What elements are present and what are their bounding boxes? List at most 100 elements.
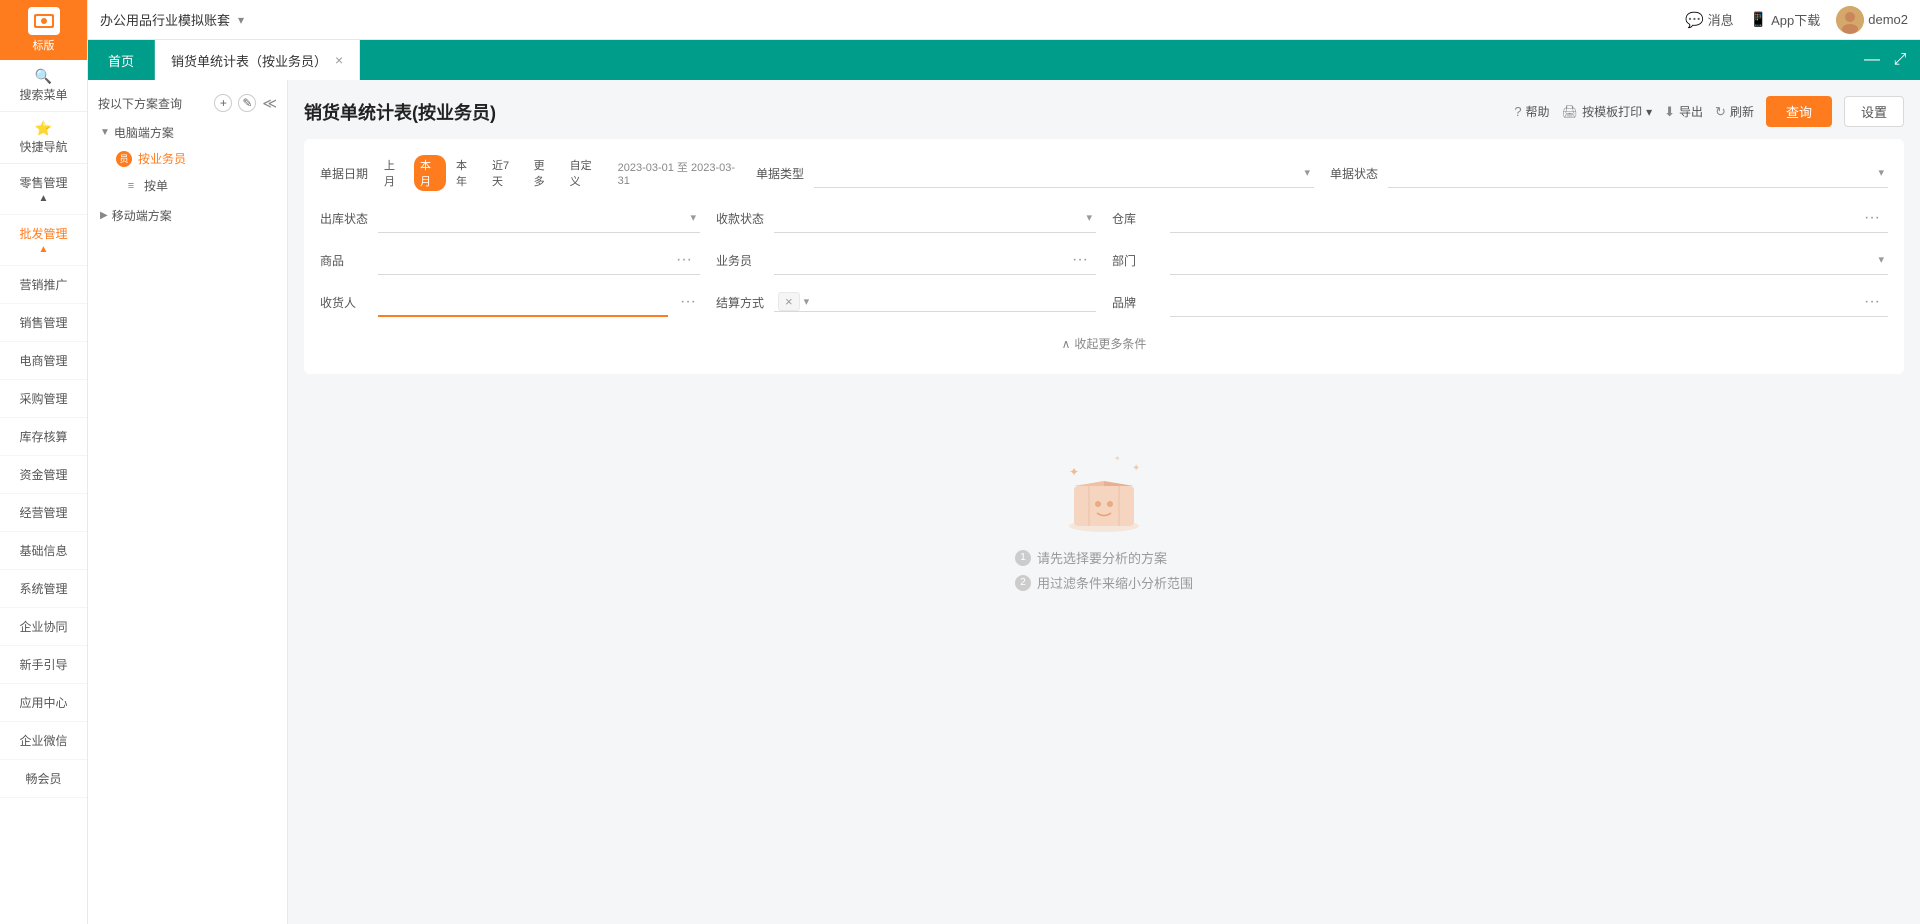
scheme-order-label: 按单 [144,177,168,194]
tabbar: 首页 销货单统计表（按业务员） × — ⤢ [88,40,1920,80]
department-chevron-icon: ▾ [1878,253,1884,266]
date-tab-7days[interactable]: 近7天 [486,155,524,191]
date-tab-more[interactable]: 更多 [528,155,560,191]
sidebar-item-wholesale[interactable]: 批发管理 ▲ [0,215,87,266]
sidebar-item-purchase[interactable]: 采购管理 [0,380,87,418]
receipt-status-label: 收款状态 [716,210,766,227]
wholesale-arrow-icon: ▲ [39,244,49,255]
collapse-icon: ≪ [262,95,277,111]
right-content: 销货单统计表(按业务员) ? 帮助 🖨 按模板打印 ▾ ⬇ 导出 [288,80,1920,924]
sidebar-item-marketing[interactable]: 营销推广 [0,266,87,304]
sidebar-item-system[interactable]: 系统管理 [0,570,87,608]
main-area: 办公用品行业模拟账套 ▾ 💬 消息 📱 App下载 de [88,0,1920,924]
sidebar-item-wechat[interactable]: 企业微信 [0,722,87,760]
desktop-group-header[interactable]: ▼ 电脑端方案 [96,120,279,145]
date-tab-custom[interactable]: 自定义 [564,155,606,191]
print-label: 按模板打印 [1582,103,1642,120]
department-label: 部门 [1112,252,1162,269]
empty-illustration: ✦ ✦ ✦ [1054,446,1154,536]
user-menu[interactable]: demo2 [1836,6,1908,34]
sidebar-item-sales[interactable]: 销售管理 [0,304,87,342]
collapse-more-button[interactable]: ∧ 收起更多条件 [320,329,1888,358]
scheme-item-salesman[interactable]: 员 按业务员 [96,145,279,172]
tab-sales-stats[interactable]: 销货单统计表（按业务员） × [155,40,360,80]
workspace-dropdown-icon[interactable]: ▾ [238,13,244,27]
settlement-chevron-icon: ▾ [804,295,810,308]
sidebar-item-retail[interactable]: 零售管理 ▲ [0,164,87,215]
tab-maximize-button[interactable]: ⤢ [1888,48,1912,72]
message-icon: 💬 [1685,11,1704,29]
settlement-tag-close[interactable]: × [785,295,793,308]
export-button[interactable]: ⬇ 导出 [1664,103,1703,120]
help-button[interactable]: ? 帮助 [1514,103,1549,120]
logo-text: 标版 [33,37,55,53]
out-status-label: 出库状态 [320,210,370,227]
sidebar-item-member[interactable]: 畅会员 [0,760,87,798]
settlement-label: 结算方式 [716,294,766,311]
refresh-button[interactable]: ↻ 刷新 [1715,103,1754,120]
date-tab-last-month[interactable]: 上月 [378,155,410,191]
empty-tip-1: 1 请先选择要分析的方案 [1015,548,1193,567]
collapse-panel-button[interactable]: ≪ [262,95,277,112]
order-type-select[interactable]: ▾ [814,158,1314,188]
filter-row-4: 收货人 ··· 结算方式 × ▾ 品牌 [320,287,1888,317]
home-tab-label: 首页 [108,51,134,70]
date-tab-this-month[interactable]: 本月 [414,155,446,191]
message-button[interactable]: 💬 消息 [1685,10,1734,29]
sidebar-item-enterprise[interactable]: 企业协同 [0,608,87,646]
recipient-field: 收货人 ··· [320,287,700,317]
settings-button[interactable]: 设置 [1844,96,1904,127]
recipient-input[interactable] [378,287,668,317]
sidebar-item-search[interactable]: 🔍 搜索菜单 [0,60,87,112]
goods-dots-icon: ··· [672,251,696,269]
order-type-field: 单据类型 ▾ [756,158,1314,188]
help-label: 帮助 [1526,103,1550,120]
sidebar-item-newbie[interactable]: 新手引导 [0,646,87,684]
scheme-query-label: 按以下方案查询 [98,95,182,112]
warehouse-label: 仓库 [1112,210,1162,227]
warehouse-select[interactable]: ··· [1170,203,1888,233]
tab-actions: — ⤢ [1860,48,1920,72]
mobile-group-header[interactable]: ▶ 移动端方案 [88,203,287,228]
mobile-group-label: 移动端方案 [112,207,172,224]
tab-minimize-button[interactable]: — [1860,48,1884,72]
scheme-item-order[interactable]: ≡ 按单 [96,172,279,199]
sidebar-item-basic-info[interactable]: 基础信息 [0,532,87,570]
department-select[interactable]: ▾ [1170,245,1888,275]
date-tab-this-year[interactable]: 本年 [450,155,482,191]
receipt-status-select[interactable]: ▾ [774,203,1096,233]
tab-close-icon[interactable]: × [335,53,343,67]
date-label: 单据日期 [320,165,370,182]
out-status-select[interactable]: ▾ [378,203,700,233]
mobile-chevron-icon: ▶ [100,210,108,221]
sidebar-item-shortcut[interactable]: ⭐ 快捷导航 [0,112,87,164]
tab-home[interactable]: 首页 [88,40,155,80]
sidebar-item-finance[interactable]: 资金管理 [0,456,87,494]
order-status-field: 单据状态 ▾ [1330,158,1888,188]
query-button[interactable]: 查询 [1766,96,1832,127]
scheme-order-icon: ≡ [124,179,138,193]
brand-label: 品牌 [1112,294,1162,311]
add-scheme-button[interactable]: + [214,94,232,112]
sidebar-item-operations[interactable]: 经营管理 [0,494,87,532]
salesman-select[interactable]: ··· [774,245,1096,275]
department-field: 部门 ▾ [1112,245,1888,275]
receipt-status-chevron-icon: ▾ [1086,211,1092,224]
recipient-label: 收货人 [320,294,370,311]
tip-number-1: 1 [1015,550,1031,566]
sidebar-item-app-center[interactable]: 应用中心 [0,684,87,722]
goods-select[interactable]: ··· [378,245,700,275]
left-panel-actions: + ✎ ≪ [214,94,277,112]
sidebar-item-ecommerce[interactable]: 电商管理 [0,342,87,380]
edit-scheme-button[interactable]: ✎ [238,94,256,112]
print-button[interactable]: 🖨 按模板打印 ▾ [1562,103,1653,120]
svg-text:✦: ✦ [1132,463,1140,474]
app-download-button[interactable]: 📱 App下载 [1750,10,1821,29]
order-status-select[interactable]: ▾ [1388,158,1888,188]
sidebar-item-inventory[interactable]: 库存核算 [0,418,87,456]
brand-select[interactable]: ··· [1170,287,1888,317]
help-icon: ? [1514,104,1521,119]
warehouse-dots-icon: ··· [1860,209,1884,227]
filter-area: 单据日期 上月 本月 本年 近7天 更多 自定义 2023-03-01 至 20… [304,139,1904,374]
active-tab-label: 销货单统计表（按业务员） [171,51,327,70]
